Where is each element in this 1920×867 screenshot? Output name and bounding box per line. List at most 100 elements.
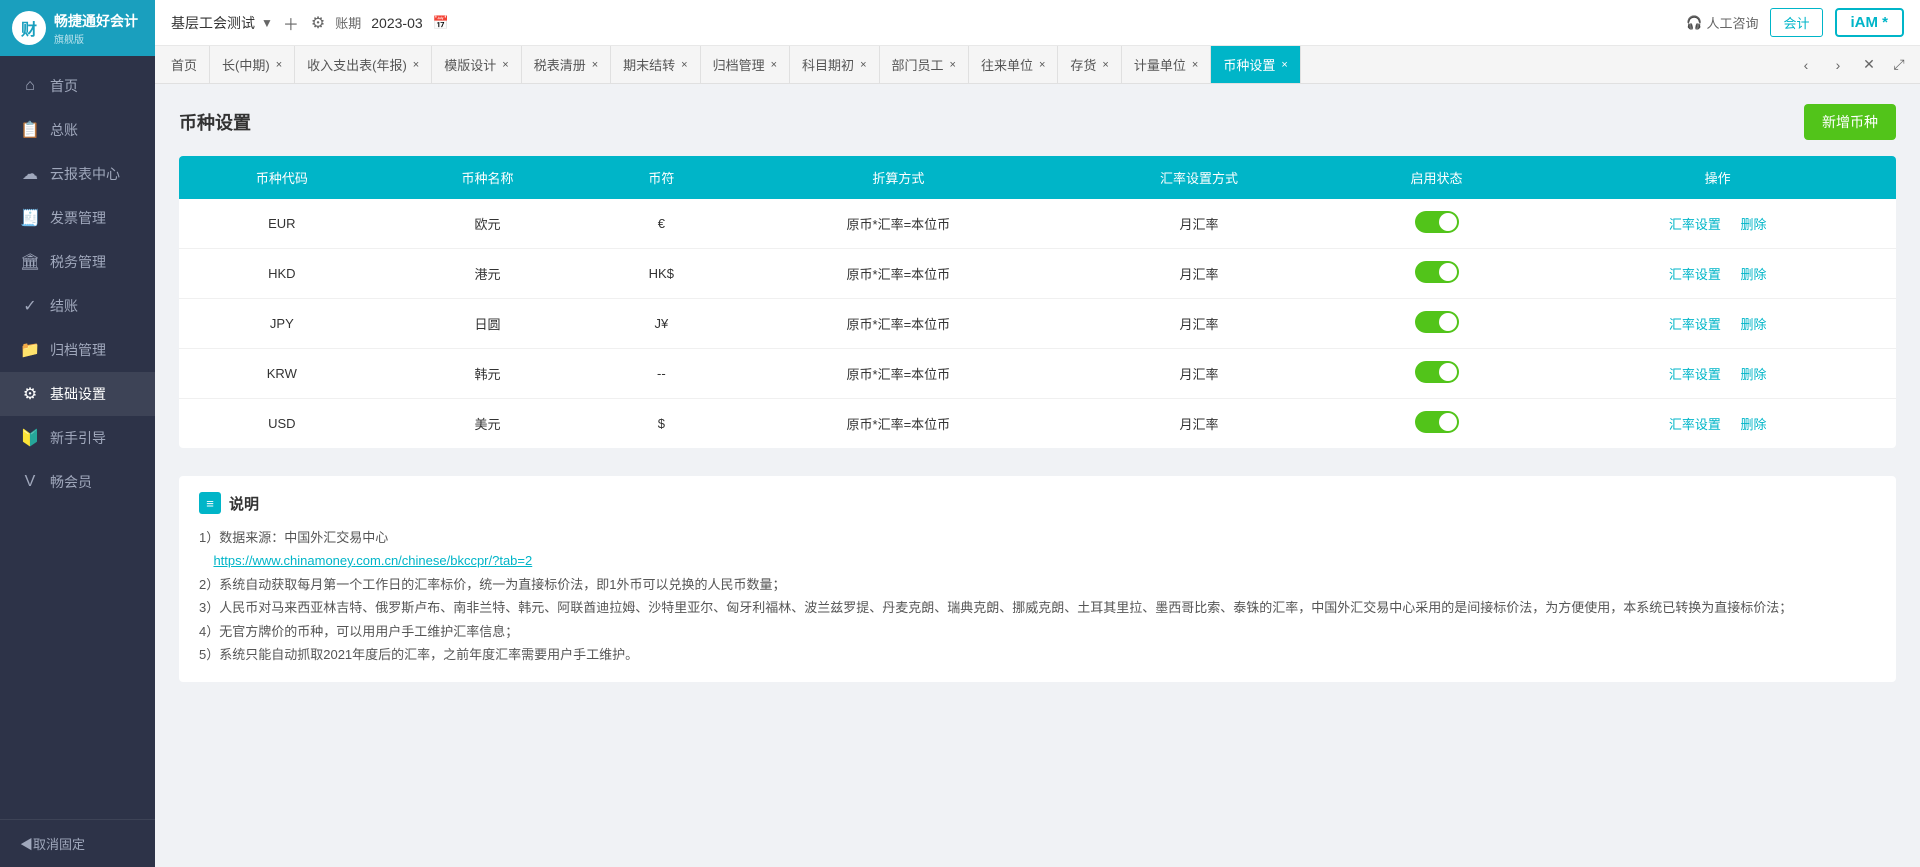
- tab-unit[interactable]: 计量单位×: [1122, 46, 1211, 84]
- tab-income[interactable]: 收入支出表(年报) ×: [295, 46, 432, 84]
- toggle-switch-1[interactable]: [1415, 261, 1459, 283]
- cell-toggle-0[interactable]: [1334, 199, 1540, 249]
- notice-item-3: 3）人民币对马来西亚林吉特、俄罗斯卢布、南非兰特、韩元、阿联酋迪拉姆、沙特里亚尔…: [199, 596, 1876, 619]
- cell-rate-method-4: 月汇率: [1064, 399, 1333, 449]
- calendar-icon[interactable]: 📅: [433, 15, 449, 31]
- tab-close-period_end[interactable]: ×: [681, 59, 687, 71]
- tab-next-btn[interactable]: ›: [1824, 51, 1852, 79]
- tab-inventory[interactable]: 存货×: [1058, 46, 1121, 84]
- tab-template[interactable]: 模版设计 ×: [432, 46, 521, 84]
- tab-label-period: 长(中期): [222, 55, 270, 74]
- tab-label-income: 收入支出表(年报): [307, 55, 407, 74]
- tab-customer[interactable]: 往来单位 ×: [969, 46, 1058, 84]
- customer-service-btn[interactable]: 🎧 人工咨询: [1686, 13, 1758, 32]
- cell-actions-1: 汇率设置 删除: [1539, 249, 1896, 299]
- rate-setting-link-1[interactable]: 汇率设置: [1669, 267, 1721, 282]
- rate-setting-link-2[interactable]: 汇率设置: [1669, 317, 1721, 332]
- tab-prev-btn[interactable]: ‹: [1792, 51, 1820, 79]
- tab-close-template[interactable]: ×: [502, 59, 508, 71]
- tab-close-dept[interactable]: ×: [950, 59, 956, 71]
- delete-link-1[interactable]: 删除: [1741, 267, 1767, 282]
- sidebar-label-home: 首页: [50, 76, 78, 96]
- delete-link-2[interactable]: 删除: [1741, 317, 1767, 332]
- sidebar: 财 畅捷通好会计 旗舰版 ⌂首页📋总账☁云报表中心🧾发票管理🏛税务管理✓结账📁归…: [0, 0, 155, 867]
- cell-symbol-3: --: [590, 349, 732, 399]
- tab-arch[interactable]: 归档管理×: [701, 46, 790, 84]
- sidebar-item-settings[interactable]: ⚙基础设置: [0, 372, 155, 416]
- delete-link-3[interactable]: 删除: [1741, 367, 1767, 382]
- rate-setting-link-0[interactable]: 汇率设置: [1669, 217, 1721, 232]
- tab-close-subjects[interactable]: ×: [860, 59, 866, 71]
- sidebar-item-invoice[interactable]: 🧾发票管理: [0, 196, 155, 240]
- sidebar-label-close: 结账: [50, 296, 78, 316]
- cell-calc-2: 原币*汇率=本位币: [732, 299, 1064, 349]
- delete-link-0[interactable]: 删除: [1741, 217, 1767, 232]
- tab-currency[interactable]: 币种设置×: [1211, 46, 1300, 84]
- top-bar-right: 🎧 人工咨询 会计 iAM *: [1686, 8, 1904, 37]
- settings-icon: ⚙: [20, 384, 40, 404]
- tab-close-customer[interactable]: ×: [1039, 59, 1045, 71]
- cell-toggle-2[interactable]: [1334, 299, 1540, 349]
- top-bar: 基层工会测试 ▼ ＋ ⚙ 账期 2023-03 📅 🎧 人工咨询 会计 iAM …: [155, 0, 1920, 46]
- cell-toggle-4[interactable]: [1334, 399, 1540, 449]
- logo-sub: 旗舰版: [54, 31, 138, 46]
- tab-close-currency[interactable]: ×: [1281, 59, 1287, 71]
- tab-close-arch[interactable]: ×: [771, 59, 777, 71]
- notice-link[interactable]: https://www.chinamoney.com.cn/chinese/bk…: [213, 553, 532, 568]
- account-button[interactable]: 会计: [1770, 8, 1822, 37]
- tab-period_end[interactable]: 期末结转×: [611, 46, 700, 84]
- tab-tax_clear[interactable]: 税表清册 ×: [522, 46, 611, 84]
- tab-label-customer: 往来单位: [981, 55, 1033, 74]
- toggle-switch-4[interactable]: [1415, 411, 1459, 433]
- tab-close-all-btn[interactable]: ✕: [1856, 52, 1882, 78]
- new-currency-button[interactable]: 新增币种: [1804, 104, 1896, 140]
- notice-item-5: 5）系统只能自动抓取2021年度后的汇率，之前年度汇率需要用户手工维护。: [199, 643, 1876, 666]
- sidebar-toggle[interactable]: ◀取消固定: [0, 819, 155, 867]
- company-name: 基层工会测试: [171, 13, 255, 33]
- tab-subjects[interactable]: 科目期初×: [790, 46, 879, 84]
- sidebar-item-archive[interactable]: 📁归档管理: [0, 328, 155, 372]
- company-selector[interactable]: 基层工会测试 ▼: [171, 13, 273, 33]
- tab-label-template: 模版设计: [444, 55, 496, 74]
- sidebar-item-reports[interactable]: ☁云报表中心: [0, 152, 155, 196]
- cell-name-1: 港元: [385, 249, 591, 299]
- tab-dept[interactable]: 部门员工×: [880, 46, 969, 84]
- tab-close-period[interactable]: ×: [276, 59, 282, 71]
- tab-close-income[interactable]: ×: [413, 59, 419, 71]
- cell-name-4: 美元: [385, 399, 591, 449]
- sidebar-item-guide[interactable]: 🔰新手引导: [0, 416, 155, 460]
- rate-setting-link-3[interactable]: 汇率设置: [1669, 367, 1721, 382]
- notice-icon: ≡: [199, 492, 221, 514]
- sidebar-item-member[interactable]: V畅会员: [0, 460, 155, 504]
- cell-rate-method-3: 月汇率: [1064, 349, 1333, 399]
- settings-icon[interactable]: ⚙: [311, 13, 325, 33]
- toggle-switch-3[interactable]: [1415, 361, 1459, 383]
- cell-toggle-3[interactable]: [1334, 349, 1540, 399]
- tab-home[interactable]: 首页: [159, 46, 210, 84]
- notice-section: ≡ 说明 1）数据来源：中国外汇交易中心 https://www.chinamo…: [179, 476, 1896, 682]
- iam-button[interactable]: iAM *: [1835, 8, 1905, 37]
- cell-toggle-1[interactable]: [1334, 249, 1540, 299]
- toggle-switch-0[interactable]: [1415, 211, 1459, 233]
- tab-window-controls: ‹ › ✕ ⤢: [1788, 51, 1916, 79]
- col-header-币种名称: 币种名称: [385, 156, 591, 199]
- col-header-折算方式: 折算方式: [732, 156, 1064, 199]
- tab-close-tax_clear[interactable]: ×: [592, 59, 598, 71]
- sidebar-item-ledger[interactable]: 📋总账: [0, 108, 155, 152]
- period-label: 账期: [335, 13, 361, 32]
- sidebar-item-close[interactable]: ✓结账: [0, 284, 155, 328]
- tab-period[interactable]: 长(中期) ×: [210, 46, 295, 84]
- window-maximize-btn[interactable]: ⤢: [1886, 52, 1912, 78]
- cell-code-4: USD: [179, 399, 385, 449]
- cell-name-2: 日圆: [385, 299, 591, 349]
- tab-label-tax_clear: 税表清册: [534, 55, 586, 74]
- rate-setting-link-4[interactable]: 汇率设置: [1669, 417, 1721, 432]
- tab-close-unit[interactable]: ×: [1192, 59, 1198, 71]
- delete-link-4[interactable]: 删除: [1741, 417, 1767, 432]
- sidebar-item-tax[interactable]: 🏛税务管理: [0, 240, 155, 284]
- add-icon[interactable]: ＋: [283, 11, 299, 35]
- toggle-switch-2[interactable]: [1415, 311, 1459, 333]
- page-title: 币种设置: [179, 109, 251, 135]
- sidebar-item-home[interactable]: ⌂首页: [0, 64, 155, 108]
- tab-close-inventory[interactable]: ×: [1102, 59, 1108, 71]
